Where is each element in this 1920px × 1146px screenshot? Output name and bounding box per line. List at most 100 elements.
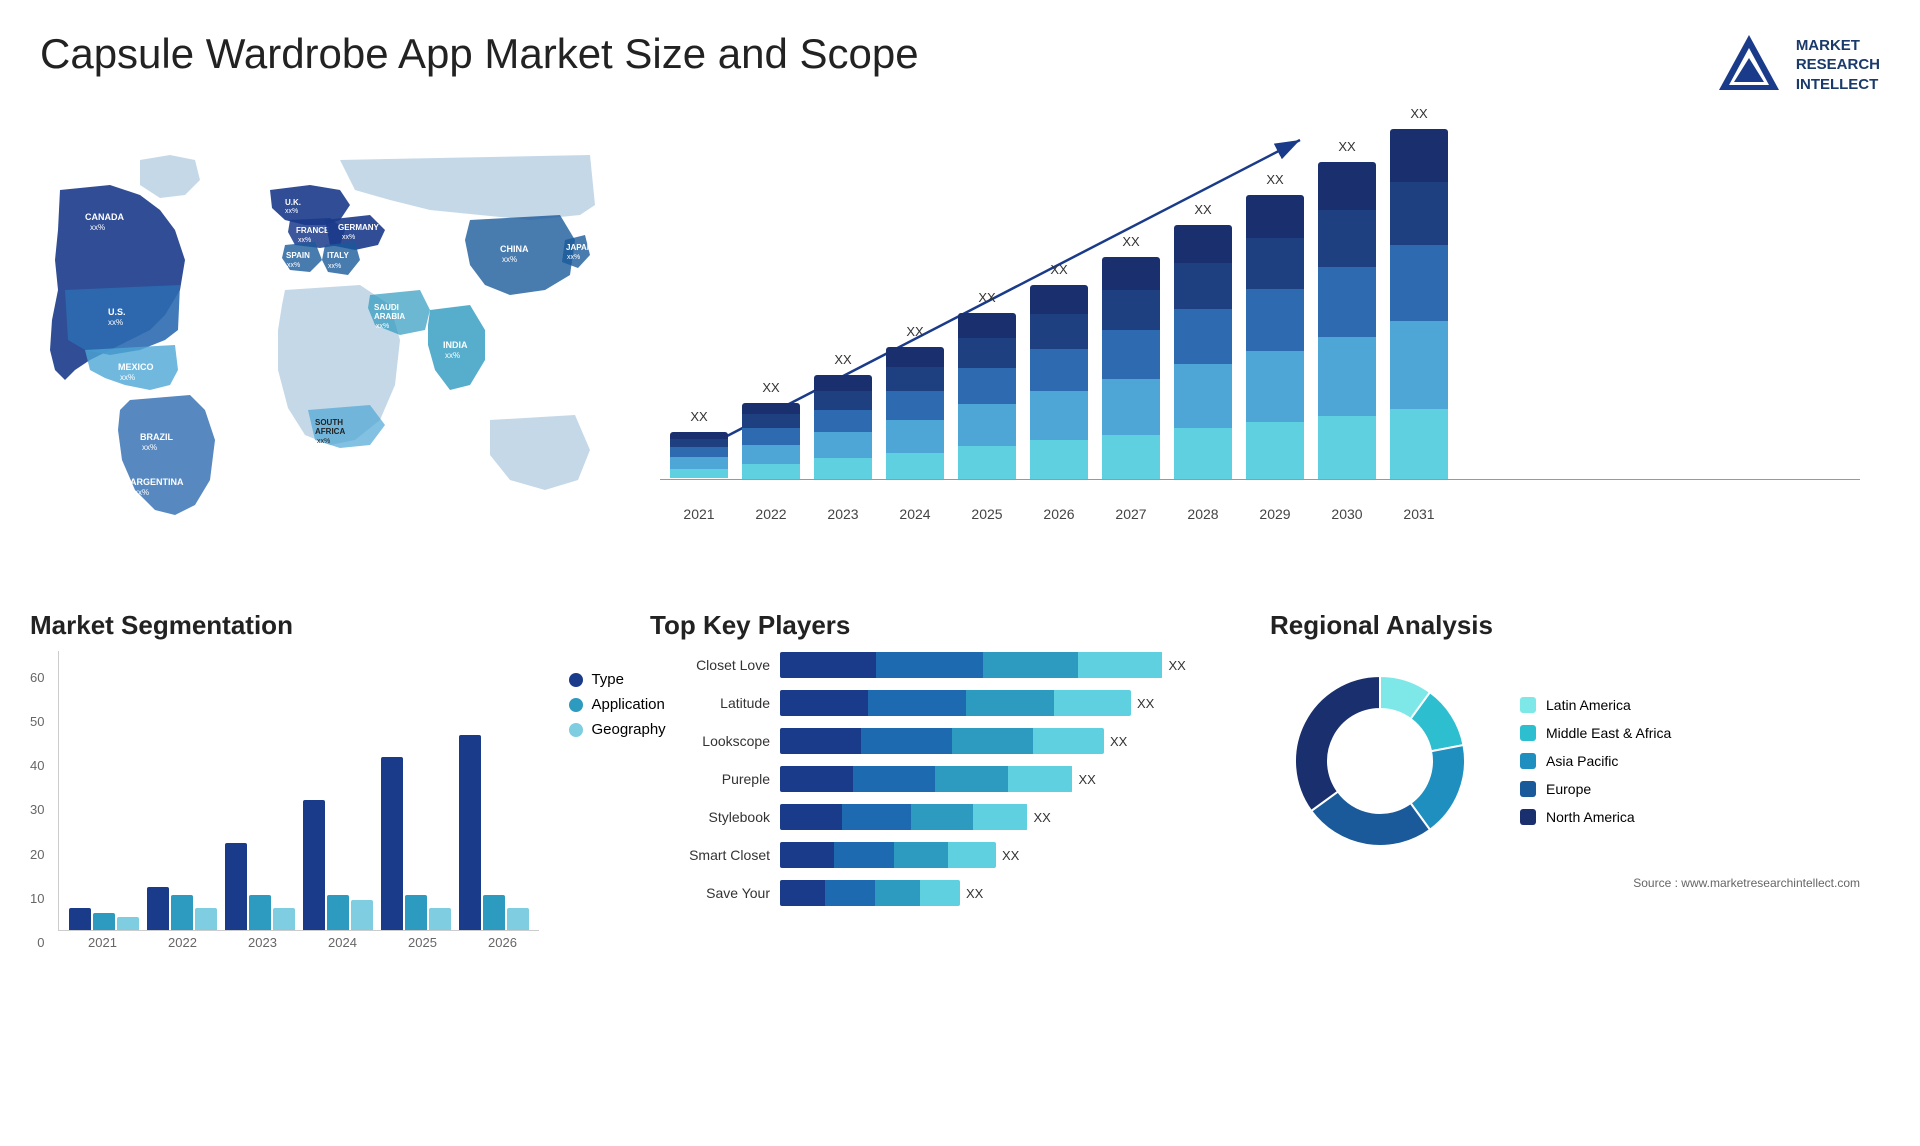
player-bar	[780, 804, 1028, 830]
svg-text:FRANCE: FRANCE	[296, 226, 330, 235]
player-xx-label: XX	[1079, 772, 1096, 787]
seg-x-label: 2025	[388, 935, 456, 950]
svg-text:xx%: xx%	[142, 443, 157, 452]
player-row: Smart Closet XX	[650, 841, 1230, 869]
bar-year-label: XX	[1122, 234, 1139, 249]
regional-legend-item: Latin America	[1520, 697, 1671, 713]
bar-chart-col: XX	[814, 352, 872, 479]
logo-area: MARKET RESEARCH INTELLECT	[1714, 30, 1880, 100]
seg-y-label: 30	[30, 802, 44, 817]
seg-y-label: 40	[30, 758, 44, 773]
seg-bar-group	[303, 800, 373, 930]
bar-stack	[1102, 257, 1160, 479]
seg-bars-wrapper	[58, 651, 539, 931]
bar-chart-col: XX	[1390, 106, 1448, 479]
seg-bar	[459, 735, 481, 930]
regional-legend-item: Europe	[1520, 781, 1671, 797]
bar-chart-col: XX	[1030, 262, 1088, 479]
regional-legend-item: Middle East & Africa	[1520, 725, 1671, 741]
seg-x-label: 2024	[308, 935, 376, 950]
bar-year-label: XX	[1410, 106, 1427, 121]
regional-legend-label: Asia Pacific	[1546, 753, 1618, 769]
bar-stack	[958, 313, 1016, 479]
seg-bar	[327, 895, 349, 930]
player-name: Smart Closet	[650, 847, 770, 863]
map-section: CANADA xx% U.S. xx% MEXICO xx% BRAZIL xx…	[20, 110, 640, 590]
player-bar-container: XX	[780, 879, 1230, 907]
regional-legend-dot	[1520, 809, 1536, 825]
svg-text:xx%: xx%	[90, 223, 105, 232]
bottom-row: Market Segmentation 6050403020100 202120…	[0, 590, 1920, 970]
player-bar	[780, 652, 1163, 678]
regional-section: Regional Analysis Latin America Middle Ea…	[1260, 600, 1900, 960]
svg-text:xx%: xx%	[134, 488, 149, 497]
bar-chart-section: XXXXXXXXXXXXXXXXXXXXXX 20212022202320242…	[640, 110, 1900, 590]
player-name: Save Your	[650, 885, 770, 901]
seg-bar	[303, 800, 325, 930]
bar-year-label: XX	[1338, 139, 1355, 154]
regional-title: Regional Analysis	[1270, 610, 1890, 641]
player-bar-container: XX	[780, 765, 1230, 793]
player-xx-label: XX	[966, 886, 983, 901]
legend-dot	[569, 723, 583, 737]
main-content: CANADA xx% U.S. xx% MEXICO xx% BRAZIL xx…	[0, 110, 1920, 590]
seg-y-axis: 6050403020100	[30, 670, 52, 950]
bar-stack	[1174, 225, 1232, 479]
regional-legend-label: Latin America	[1546, 697, 1631, 713]
bar-year-label: XX	[1050, 262, 1067, 277]
svg-text:xx%: xx%	[287, 262, 300, 269]
seg-bar	[225, 843, 247, 930]
player-bar-container: XX	[780, 651, 1230, 679]
seg-bar	[69, 908, 91, 930]
seg-x-label: 2023	[228, 935, 296, 950]
header: Capsule Wardrobe App Market Size and Sco…	[0, 0, 1920, 110]
svg-text:AFRICA: AFRICA	[315, 427, 345, 436]
svg-text:xx%: xx%	[108, 318, 123, 327]
svg-text:xx%: xx%	[376, 323, 389, 330]
regional-legend-dot	[1520, 753, 1536, 769]
bar-x-label: 2022	[742, 506, 800, 522]
player-xx-label: XX	[1137, 696, 1154, 711]
seg-bar	[405, 895, 427, 930]
seg-bar	[429, 908, 451, 930]
seg-bar	[249, 895, 271, 930]
bar-x-label: 2023	[814, 506, 872, 522]
source-text: Source : www.marketresearchintellect.com	[1270, 876, 1890, 890]
legend-dot	[569, 698, 583, 712]
bar-chart-x-labels: 2021202220232024202520262027202820292030…	[660, 500, 1860, 528]
bar-year-label: XX	[1194, 202, 1211, 217]
svg-text:MEXICO: MEXICO	[118, 362, 154, 372]
svg-text:CHINA: CHINA	[500, 244, 529, 254]
seg-bar	[93, 913, 115, 930]
seg-y-label: 20	[30, 847, 44, 862]
bar-x-label: 2027	[1102, 506, 1160, 522]
seg-x-label: 2026	[468, 935, 536, 950]
donut-chart	[1270, 651, 1490, 871]
seg-bar	[195, 908, 217, 930]
player-xx-label: XX	[1169, 658, 1186, 673]
logo-text: MARKET RESEARCH INTELLECT	[1796, 36, 1880, 95]
players-title: Top Key Players	[650, 610, 1230, 641]
player-bar	[780, 690, 1131, 716]
svg-text:xx%: xx%	[502, 255, 517, 264]
seg-bar-group	[459, 735, 529, 930]
player-name: Stylebook	[650, 809, 770, 825]
seg-y-label: 0	[30, 935, 44, 950]
player-xx-label: XX	[1110, 734, 1127, 749]
svg-text:U.K.: U.K.	[285, 198, 301, 207]
bar-stack	[814, 375, 872, 479]
bar-year-label: XX	[762, 380, 779, 395]
svg-text:CANADA: CANADA	[85, 212, 124, 222]
seg-x-label: 2021	[68, 935, 136, 950]
seg-bar-group	[147, 887, 217, 930]
bar-chart-bars: XXXXXXXXXXXXXXXXXXXXXX	[660, 120, 1860, 480]
seg-x-labels: 202120222023202420252026	[58, 935, 539, 950]
player-name: Lookscope	[650, 733, 770, 749]
regional-legend: Latin America Middle East & Africa Asia Pa…	[1520, 697, 1671, 825]
bar-stack	[1246, 195, 1304, 479]
seg-bar	[147, 887, 169, 930]
player-bar-container: XX	[780, 803, 1230, 831]
bar-x-label: 2031	[1390, 506, 1448, 522]
player-bar	[780, 842, 996, 868]
player-xx-label: XX	[1002, 848, 1019, 863]
